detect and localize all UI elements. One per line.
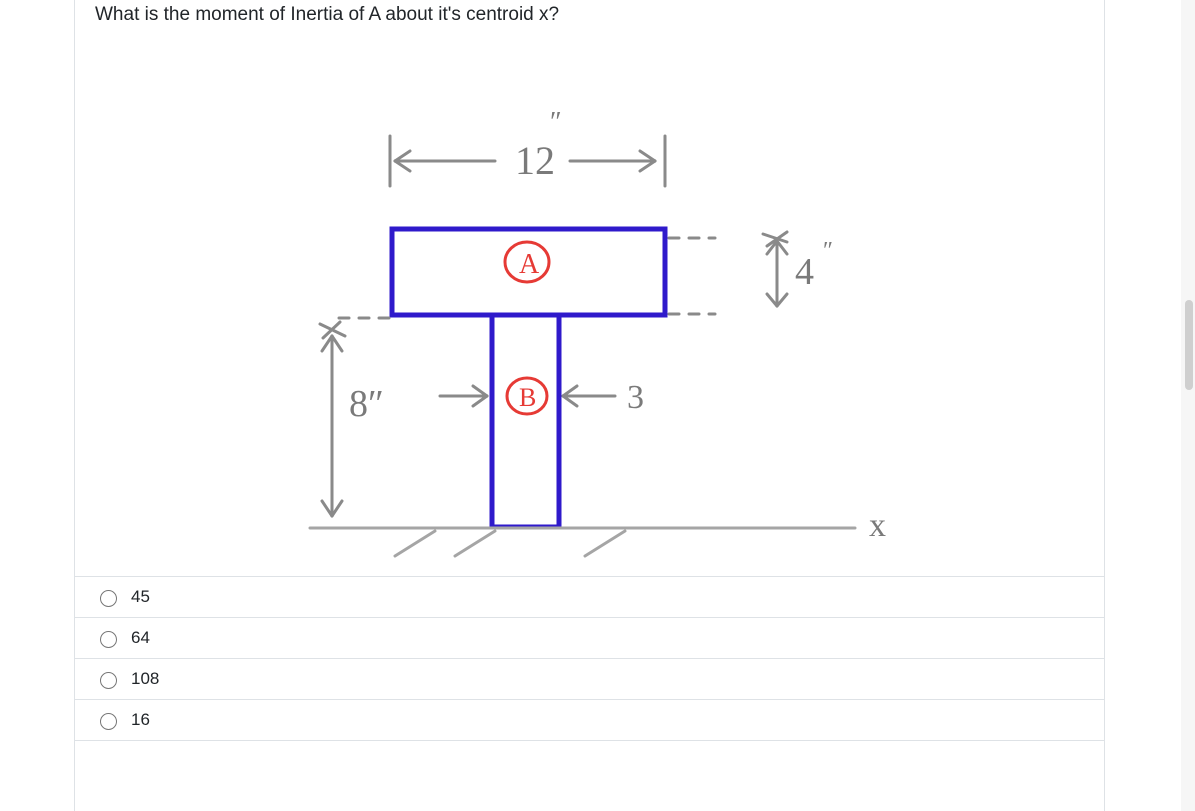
svg-text:B: B <box>519 383 536 412</box>
svg-text:″: ″ <box>823 238 833 264</box>
option-label: 108 <box>131 669 159 689</box>
svg-text:A: A <box>519 249 540 280</box>
option-label: 16 <box>131 710 150 730</box>
label-B: B <box>507 378 547 414</box>
answer-options: 45 64 108 16 <box>75 576 1104 741</box>
radio-45[interactable] <box>100 590 117 607</box>
option-64[interactable]: 64 <box>75 618 1104 659</box>
option-label: 45 <box>131 587 150 607</box>
dim-right: 4 <box>795 251 814 293</box>
axis-label: x <box>869 507 886 544</box>
radio-64[interactable] <box>100 631 117 648</box>
dim-stem: 3 <box>627 379 644 416</box>
dim-top: 12 <box>515 138 555 183</box>
shape-B <box>492 315 559 527</box>
diagram: 12 ″ A B <box>95 36 1084 576</box>
option-108[interactable]: 108 <box>75 659 1104 700</box>
dim-top-inch: ″ <box>550 107 562 138</box>
scrollbar-track[interactable] <box>1181 0 1195 811</box>
radio-16[interactable] <box>100 713 117 730</box>
option-16[interactable]: 16 <box>75 700 1104 741</box>
question-text: What is the moment of Inertia of A about… <box>75 0 1104 36</box>
scrollbar-thumb[interactable] <box>1185 300 1193 390</box>
label-A: A <box>505 242 549 282</box>
radio-108[interactable] <box>100 672 117 689</box>
option-label: 64 <box>131 628 150 648</box>
dim-left: 8″ <box>349 383 384 425</box>
option-45[interactable]: 45 <box>75 577 1104 618</box>
